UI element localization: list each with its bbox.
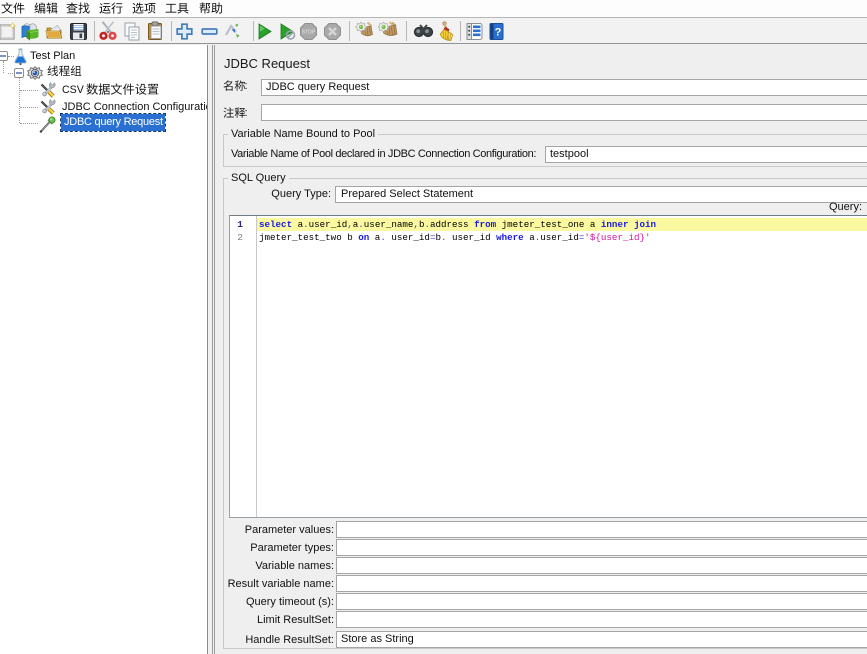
svg-text:?: ? <box>495 27 502 39</box>
svg-text:STOP: STOP <box>302 30 316 36</box>
